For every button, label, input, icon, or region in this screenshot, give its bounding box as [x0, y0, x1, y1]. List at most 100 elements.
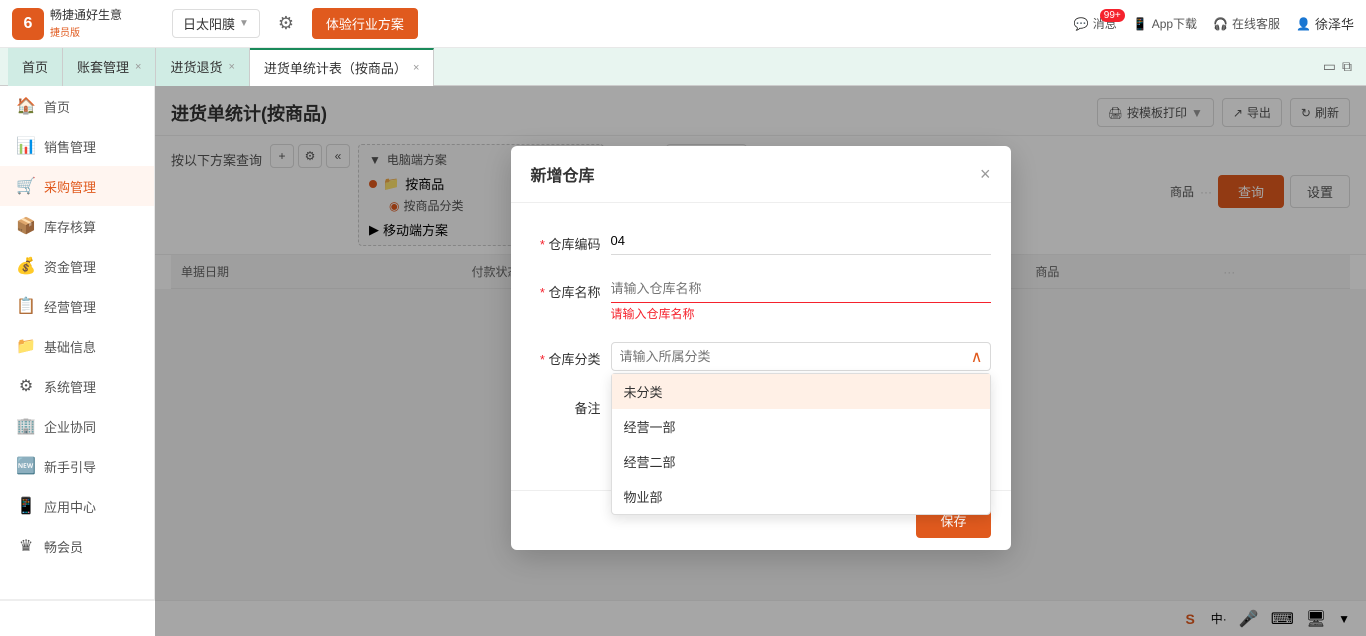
sidebar-item-enterprise[interactable]: 🏢 企业协同 — [0, 406, 154, 446]
trial-button[interactable]: 体验行业方案 — [312, 8, 418, 39]
dropdown-item-dept2[interactable]: 经营二部 — [612, 444, 990, 479]
logo-area: 6 畅捷通好生意 捷员版 — [12, 8, 162, 40]
basic-icon: 📁 — [16, 336, 36, 356]
tab-return[interactable]: 进货退货 × — [156, 48, 249, 86]
app-download-label: App下载 — [1152, 15, 1197, 32]
service-item[interactable]: 🎧 在线客服 — [1213, 15, 1280, 32]
tab-return-close[interactable]: × — [228, 61, 234, 73]
sidebar-label-sales: 销售管理 — [44, 137, 96, 156]
user-item[interactable]: 👤 徐泽华 — [1296, 14, 1354, 33]
operations-icon: 📋 — [16, 296, 36, 316]
purchase-icon: 🛒 — [16, 176, 36, 196]
logo-icon: 6 — [12, 8, 44, 40]
sidebar-label-enterprise: 企业协同 — [44, 417, 96, 436]
form-row-code: 仓库编码 — [531, 227, 991, 255]
settings-gear-button[interactable]: ⚙ — [270, 8, 302, 40]
modal-header: 新增仓库 × — [511, 146, 1011, 203]
vip-icon: ♛ — [16, 536, 36, 556]
tab-expand-icon[interactable]: ⧉ — [1342, 58, 1352, 75]
tab-account-close[interactable]: × — [135, 61, 141, 73]
message-badge: 99 — [1100, 9, 1125, 22]
modal-close-button[interactable]: × — [980, 164, 991, 185]
user-name: 徐泽华 — [1315, 14, 1354, 33]
name-label: 仓库名称 — [531, 275, 601, 301]
modal-body: 仓库编码 仓库名称 请输入仓库名称 — [511, 203, 1011, 490]
tab-account[interactable]: 账套管理 × — [63, 48, 156, 86]
sidebar: 🏠 首页 📊 销售管理 🛒 采购管理 📦 库存核算 💰 资金管理 📋 经营管理 … — [0, 86, 155, 636]
store-dropdown-arrow: ▼ — [239, 18, 249, 29]
category-dropdown-list: 未分类 经营一部 经营二部 物业部 — [611, 373, 991, 515]
category-field: ∧ 未分类 经营一部 经营二部 — [611, 342, 991, 371]
sidebar-item-guide[interactable]: 🆕 新手引导 — [0, 446, 154, 486]
category-input[interactable] — [611, 342, 991, 371]
dropdown-item-none[interactable]: 未分类 — [612, 374, 990, 409]
sidebar-label-basic: 基础信息 — [44, 337, 96, 356]
tab-bar: 首页 账套管理 × 进货退货 × 进货单统计表（按商品） × ▭ ⧉ — [0, 48, 1366, 86]
modal-new-warehouse: 新增仓库 × 仓库编码 仓库名称 — [511, 146, 1011, 550]
service-label: 在线客服 — [1232, 15, 1280, 32]
sidebar-item-system[interactable]: ⚙ 系统管理 — [0, 366, 154, 406]
category-label: 仓库分类 — [531, 342, 601, 368]
inventory-icon: 📦 — [16, 216, 36, 236]
headset-icon: 🎧 — [1213, 17, 1228, 31]
sidebar-item-sales[interactable]: 📊 销售管理 — [0, 126, 154, 166]
enterprise-icon: 🏢 — [16, 416, 36, 436]
app-download-item[interactable]: 📱 App下载 — [1133, 15, 1197, 32]
store-selector[interactable]: 日太阳膜 ▼ — [172, 9, 260, 38]
tab-controls: ▭ ⧉ — [1317, 58, 1358, 75]
sidebar-label-home: 首页 — [44, 97, 70, 116]
sidebar-label-apps: 应用中心 — [44, 497, 96, 516]
home-icon: 🏠 — [16, 96, 36, 116]
tab-return-label: 进货退货 — [170, 57, 222, 76]
form-row-category: 仓库分类 ∧ 未分类 经营一部 — [531, 342, 991, 371]
content-area: 进货单统计(按商品) 🖨 按模板打印 ▼ ↗ 导出 ↻ 刷新 按以下方案查询 — [155, 86, 1366, 636]
sidebar-item-purchase[interactable]: 🛒 采购管理 — [0, 166, 154, 206]
tab-account-label: 账套管理 — [77, 57, 129, 76]
modal-title: 新增仓库 — [531, 162, 595, 186]
name-error-msg: 请输入仓库名称 — [611, 305, 991, 322]
note-label-modal: 备注 — [531, 391, 601, 417]
sidebar-item-finance[interactable]: 💰 资金管理 — [0, 246, 154, 286]
sidebar-item-apps[interactable]: 📱 应用中心 — [0, 486, 154, 526]
tab-minimize-icon[interactable]: ▭ — [1323, 58, 1336, 75]
tab-purchase-stats-label: 进货单统计表（按商品） — [264, 58, 407, 77]
gear-icon: ⚙ — [278, 13, 294, 34]
name-field: 请输入仓库名称 — [611, 275, 991, 322]
sidebar-label-guide: 新手引导 — [44, 457, 96, 476]
finance-icon: 💰 — [16, 256, 36, 276]
modal-overlay: 新增仓库 × 仓库编码 仓库名称 — [155, 86, 1366, 636]
sidebar-label-inventory: 库存核算 — [44, 217, 96, 236]
sidebar-item-inventory[interactable]: 📦 库存核算 — [0, 206, 154, 246]
dropdown-item-property[interactable]: 物业部 — [612, 479, 990, 514]
sidebar-item-basic[interactable]: 📁 基础信息 — [0, 326, 154, 366]
system-icon: ⚙ — [16, 376, 36, 396]
user-icon: 👤 — [1296, 17, 1311, 31]
header-right: 💬 消息 99 📱 App下载 🎧 在线客服 👤 徐泽华 — [1074, 14, 1354, 33]
sidebar-label-operations: 经营管理 — [44, 297, 96, 316]
store-name: 日太阳膜 — [183, 14, 235, 33]
dropdown-arrow-icon[interactable]: ∧ — [971, 347, 983, 367]
name-input[interactable] — [611, 275, 991, 303]
code-field — [611, 227, 991, 255]
sidebar-label-vip: 畅会员 — [44, 537, 83, 556]
code-input[interactable] — [611, 227, 991, 255]
tab-purchase-stats[interactable]: 进货单统计表（按商品） × — [250, 48, 434, 86]
message-item[interactable]: 💬 消息 99 — [1074, 15, 1117, 32]
sidebar-item-vip[interactable]: ♛ 畅会员 — [0, 526, 154, 566]
sidebar-item-home[interactable]: 🏠 首页 — [0, 86, 154, 126]
tab-purchase-stats-close[interactable]: × — [413, 62, 419, 74]
tab-home-label: 首页 — [22, 57, 48, 76]
code-label: 仓库编码 — [531, 227, 601, 253]
message-icon: 💬 — [1074, 17, 1089, 31]
sidebar-item-operations[interactable]: 📋 经营管理 — [0, 286, 154, 326]
dropdown-item-dept1[interactable]: 经营一部 — [612, 409, 990, 444]
phone-icon: 📱 — [1133, 17, 1148, 31]
sidebar-label-purchase: 采购管理 — [44, 177, 96, 196]
sidebar-label-system: 系统管理 — [44, 377, 96, 396]
tab-home[interactable]: 首页 — [8, 48, 63, 86]
apps-icon: 📱 — [16, 496, 36, 516]
form-row-name: 仓库名称 请输入仓库名称 — [531, 275, 991, 322]
top-header: 6 畅捷通好生意 捷员版 日太阳膜 ▼ ⚙ 体验行业方案 💬 消息 99 📱 A… — [0, 0, 1366, 48]
main-layout: 🏠 首页 📊 销售管理 🛒 采购管理 📦 库存核算 💰 资金管理 📋 经营管理 … — [0, 86, 1366, 636]
guide-icon: 🆕 — [16, 456, 36, 476]
